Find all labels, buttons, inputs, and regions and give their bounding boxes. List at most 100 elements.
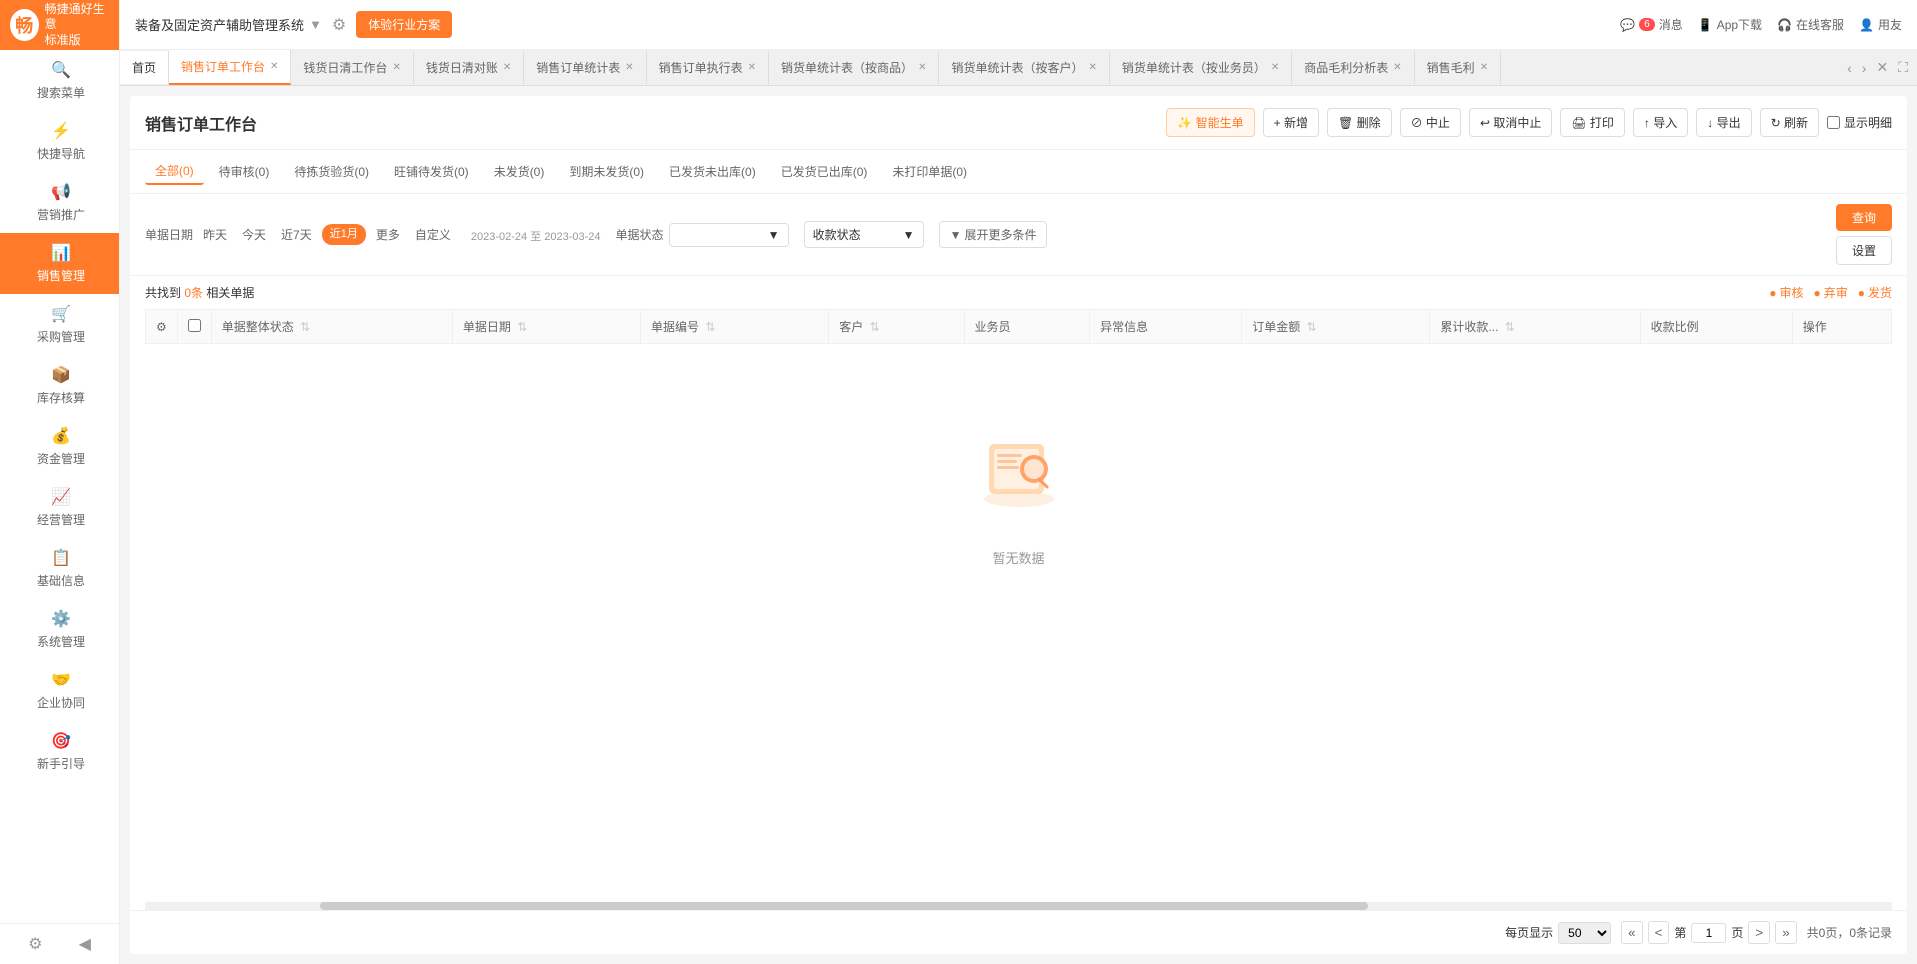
sidebar-item-basicinfo[interactable]: 📋基础信息: [0, 538, 119, 599]
th-exception: 异常信息: [1090, 310, 1242, 344]
first-page-btn[interactable]: «: [1621, 921, 1642, 944]
last-page-btn[interactable]: »: [1775, 921, 1796, 944]
page-size-select[interactable]: 10 20 50 100: [1558, 922, 1611, 944]
sidebar-item-purchase[interactable]: 🛒采购管理: [0, 294, 119, 355]
collapse-icon[interactable]: ◀: [79, 934, 91, 954]
main-area: 装备及固定资产辅助管理系统 ▼ ⚙ 体验行业方案 💬 6 消息 📱 App下载 …: [120, 0, 1917, 964]
subtab-shipped-not-out[interactable]: 已发货未出库(0): [659, 159, 766, 184]
sidebar-item-quick[interactable]: ⚡快捷导航: [0, 111, 119, 172]
subtab-overdue-not-shipped[interactable]: 到期未发货(0): [559, 159, 654, 184]
th-customer[interactable]: 客户 ⇅: [829, 310, 964, 344]
sidebar-item-marketing[interactable]: 📢营销推广: [0, 172, 119, 233]
cancel-stop-btn[interactable]: ↩ 取消中止: [1469, 108, 1552, 137]
payment-select[interactable]: 收款状态 ▼: [804, 221, 924, 248]
th-settings[interactable]: ⚙: [146, 310, 178, 344]
date-range-display: 2023-02-24 至 2023-03-24: [471, 225, 601, 244]
bottom-scrollbar[interactable]: [145, 902, 1892, 910]
print-btn[interactable]: 🖨 打印: [1560, 108, 1625, 137]
th-date[interactable]: 单据日期 ⇅: [452, 310, 640, 344]
sidebar-item-enterprise[interactable]: 🤝企业协同: [0, 660, 119, 721]
subtab-shipped-out[interactable]: 已发货已出库(0): [771, 159, 878, 184]
tab-cash-reconcile[interactable]: 钱货日清对账✕: [414, 51, 524, 84]
th-amount[interactable]: 订单金额 ⇅: [1242, 310, 1430, 344]
date-opt-more[interactable]: 更多: [371, 224, 405, 245]
delete-btn[interactable]: 🗑 删除: [1327, 108, 1392, 137]
tab-home[interactable]: 首页: [120, 51, 169, 84]
sidebar-item-operations[interactable]: 📈经营管理: [0, 477, 119, 538]
export-btn[interactable]: ↓ 导出: [1696, 108, 1751, 137]
tab-sales-ratio[interactable]: 销售毛利✕: [1415, 51, 1501, 84]
subtab-wangpu-pending[interactable]: 旺铺待发货(0): [384, 159, 479, 184]
subtab-label: 旺铺待发货(0): [394, 165, 469, 179]
add-btn[interactable]: + 新增: [1263, 108, 1319, 137]
subtab-pending-inspect[interactable]: 待拣货验货(0): [284, 159, 379, 184]
settings-icon[interactable]: ⚙: [28, 934, 42, 954]
topbar-gear-icon[interactable]: ⚙: [332, 15, 346, 35]
tab-sales-report-product[interactable]: 销货单统计表（按商品）✕: [769, 51, 939, 84]
expand-conditions-btn[interactable]: ▼ 展开更多条件: [939, 221, 1048, 248]
tab-scroll-left-btn[interactable]: ‹: [1843, 56, 1856, 80]
sidebar-item-system[interactable]: ⚙️系统管理: [0, 599, 119, 660]
status-select[interactable]: ▼: [669, 223, 789, 247]
stop-btn[interactable]: ⊘ 中止: [1400, 108, 1461, 137]
set-btn[interactable]: 设置: [1836, 236, 1892, 265]
prev-page-btn[interactable]: <: [1648, 921, 1670, 944]
subtab-pending-review[interactable]: 待审核(0): [209, 159, 280, 184]
sidebar-item-newguide[interactable]: 🎯新手引导: [0, 721, 119, 782]
tab-maximize-btn[interactable]: ⛶: [1894, 55, 1912, 80]
tab-scroll-right-btn[interactable]: ›: [1858, 56, 1871, 80]
subtab-all[interactable]: 全部(0): [145, 158, 204, 185]
show-detail-checkbox[interactable]: [1827, 116, 1840, 129]
tab-close-cash-reconcile[interactable]: ✕: [503, 62, 511, 73]
tab-close-sales-exec[interactable]: ✕: [748, 62, 756, 73]
tab-close-sales-stat[interactable]: ✕: [625, 62, 633, 73]
sidebar-item-finance[interactable]: 💰资金管理: [0, 416, 119, 477]
th-collected[interactable]: 累计收款... ⇅: [1430, 310, 1640, 344]
industry-btn[interactable]: 体验行业方案: [356, 11, 452, 38]
tab-close-gross-profit[interactable]: ✕: [1393, 62, 1401, 73]
tab-sales-report-customer[interactable]: 销货单统计表（按客户）✕: [939, 51, 1109, 84]
date-opt-today[interactable]: 今天: [237, 224, 271, 245]
tab-close-all-btn[interactable]: ✕: [1872, 55, 1892, 80]
purchase-icon: 🛒: [51, 304, 71, 324]
tab-sales-exec[interactable]: 销售订单执行表✕: [647, 51, 769, 84]
page-input[interactable]: [1691, 923, 1726, 943]
tab-close-sales-workbench[interactable]: ✕: [270, 61, 278, 72]
tab-close-sales-report-staff[interactable]: ✕: [1271, 62, 1279, 73]
tab-close-sales-report-customer[interactable]: ✕: [1088, 62, 1096, 73]
user-menu-btn[interactable]: 👤 用友: [1859, 16, 1902, 33]
date-opt-custom[interactable]: 自定义: [410, 224, 456, 245]
sidebar-item-inventory[interactable]: 📦库存核算: [0, 355, 119, 416]
review-action-btn[interactable]: ● 审核: [1769, 284, 1803, 301]
date-opt-1month[interactable]: 近1月: [322, 224, 366, 245]
select-all-checkbox[interactable]: [188, 319, 201, 332]
th-status[interactable]: 单据整体状态 ⇅: [211, 310, 452, 344]
query-btn[interactable]: 查询: [1836, 204, 1892, 231]
message-btn[interactable]: 💬 6 消息: [1620, 16, 1683, 33]
tab-close-cash-daily[interactable]: ✕: [392, 62, 400, 73]
online-service-btn[interactable]: 🎧 在线客服: [1777, 16, 1844, 33]
anti-review-action-btn[interactable]: ● 弃审: [1813, 284, 1847, 301]
subtab-not-printed[interactable]: 未打印单据(0): [882, 159, 977, 184]
tab-sales-workbench[interactable]: 销售订单工作台✕: [169, 50, 291, 85]
tab-close-sales-ratio[interactable]: ✕: [1480, 62, 1488, 73]
tab-sales-report-staff[interactable]: 销货单统计表（按业务员）✕: [1110, 51, 1292, 84]
tab-sales-stat[interactable]: 销售订单统计表✕: [524, 51, 646, 84]
ship-action-btn[interactable]: ● 发货: [1858, 284, 1892, 301]
smart-generate-btn[interactable]: ✨ 智能生单: [1166, 108, 1254, 137]
date-opt-7days[interactable]: 近7天: [276, 224, 317, 245]
sidebar-item-sales[interactable]: 📊销售管理: [0, 233, 119, 294]
subtab-not-shipped[interactable]: 未发货(0): [484, 159, 555, 184]
next-page-btn[interactable]: >: [1748, 921, 1770, 944]
date-opt-yesterday[interactable]: 昨天: [198, 224, 232, 245]
tab-gross-profit[interactable]: 商品毛利分析表✕: [1292, 51, 1414, 84]
system-dropdown-icon[interactable]: ▼: [309, 17, 322, 32]
subtab-label: 已发货已出库(0): [781, 165, 868, 179]
tab-cash-daily[interactable]: 钱货日清工作台✕: [291, 51, 413, 84]
import-btn[interactable]: ↑ 导入: [1633, 108, 1688, 137]
th-number[interactable]: 单据编号 ⇅: [641, 310, 829, 344]
tab-close-sales-report-product[interactable]: ✕: [918, 62, 926, 73]
app-download-btn[interactable]: 📱 App下载: [1698, 16, 1762, 33]
refresh-btn[interactable]: ↻ 刷新: [1760, 108, 1819, 137]
sidebar-item-search[interactable]: 🔍搜索菜单: [0, 50, 119, 111]
